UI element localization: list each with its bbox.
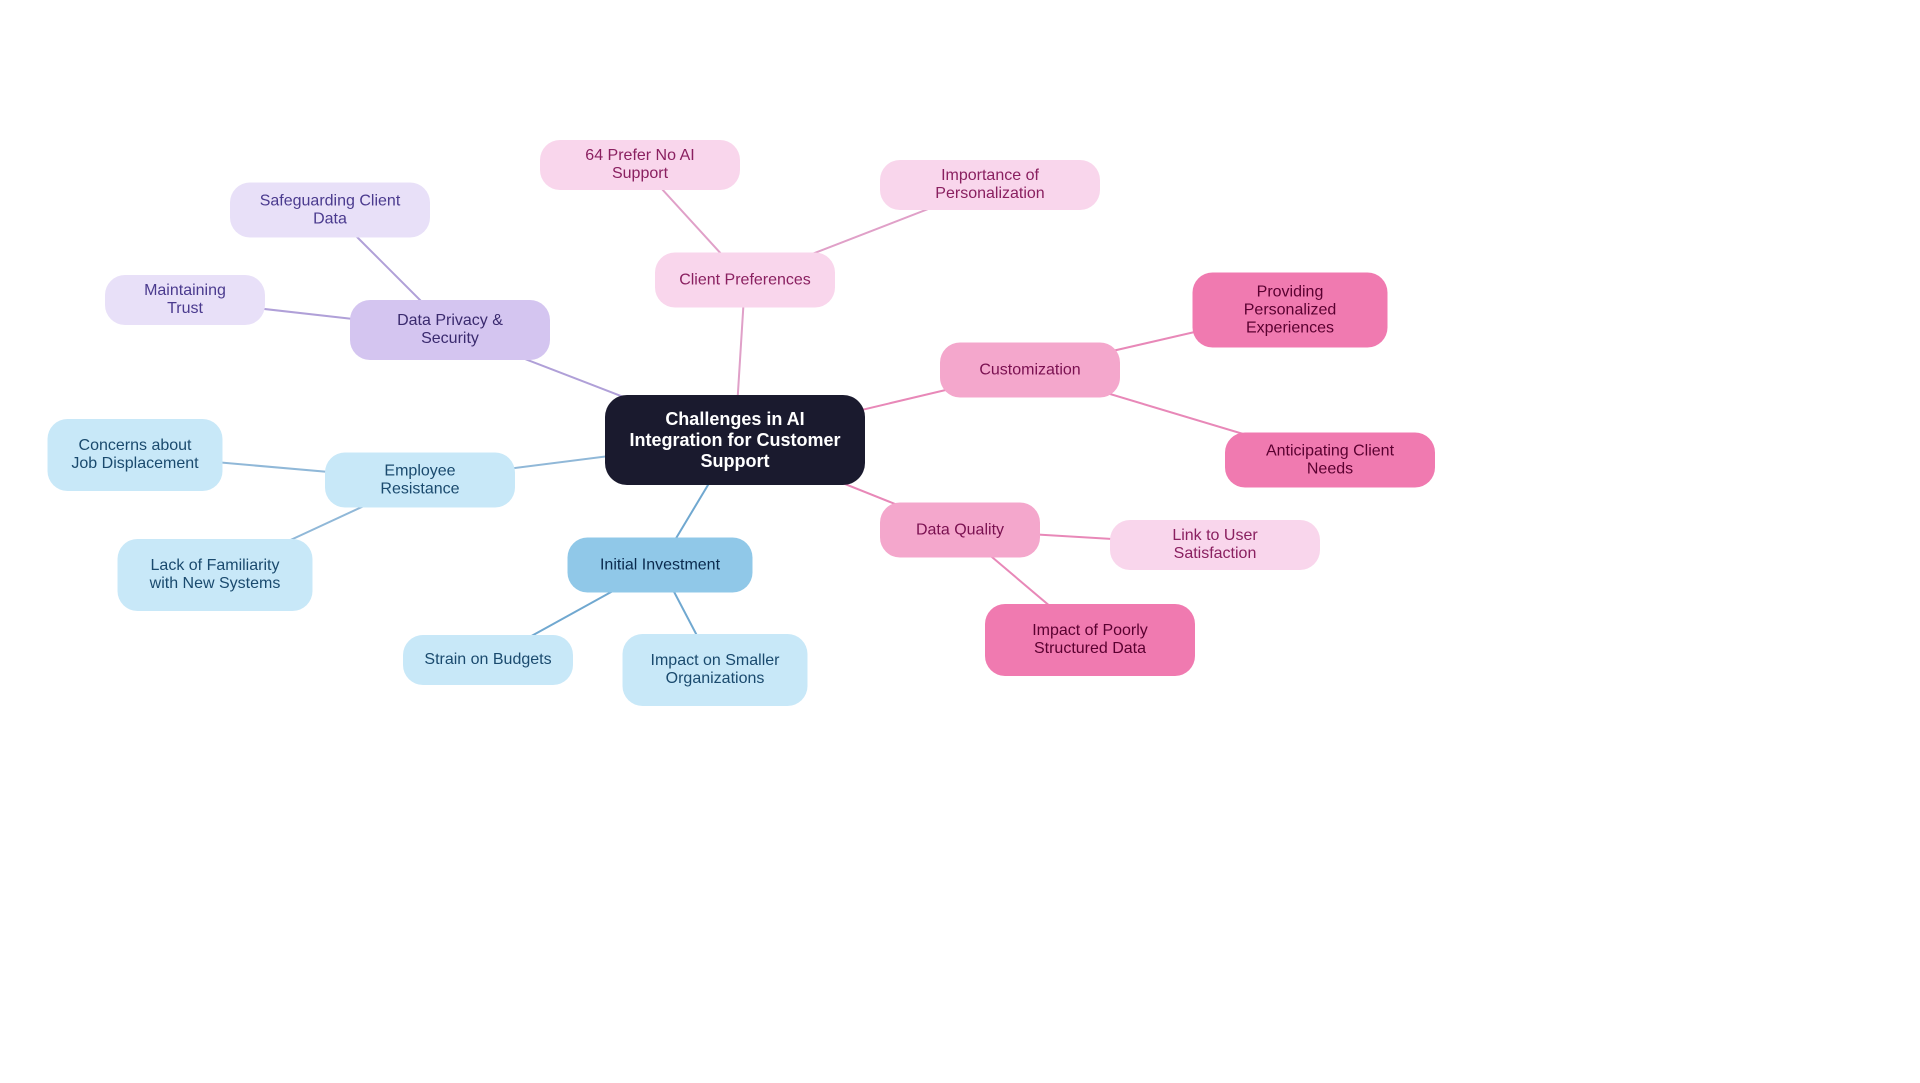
node-concerns-job: Concerns about Job Displacement: [48, 419, 223, 491]
node-prefer-no-ai: 64 Prefer No AI Support: [540, 140, 740, 190]
node-employee-resistance: Employee Resistance: [325, 453, 515, 508]
node-maintaining-trust: Maintaining Trust: [105, 275, 265, 325]
node-safeguarding: Safeguarding Client Data: [230, 183, 430, 238]
node-impact-smaller: Impact on Smaller Organizations: [623, 634, 808, 706]
node-data-quality: Data Quality: [880, 503, 1040, 558]
node-client-preferences: Client Preferences: [655, 253, 835, 308]
node-initial-investment: Initial Investment: [568, 538, 753, 593]
mind-map: Challenges in AI Integration for Custome…: [0, 0, 1920, 1083]
node-lack-familiarity: Lack of Familiarity with New Systems: [118, 539, 313, 611]
node-link-user-satisfaction: Link to User Satisfaction: [1110, 520, 1320, 570]
node-customization: Customization: [940, 343, 1120, 398]
node-strain-budgets: Strain on Budgets: [403, 635, 573, 685]
node-data-privacy: Data Privacy & Security: [350, 300, 550, 360]
node-providing-personalized: Providing Personalized Experiences: [1193, 273, 1388, 348]
center-node: Challenges in AI Integration for Custome…: [605, 395, 865, 485]
node-impact-poorly-structured: Impact of Poorly Structured Data: [985, 604, 1195, 676]
node-anticipating-client: Anticipating Client Needs: [1225, 433, 1435, 488]
node-importance-personalization: Importance of Personalization: [880, 160, 1100, 210]
